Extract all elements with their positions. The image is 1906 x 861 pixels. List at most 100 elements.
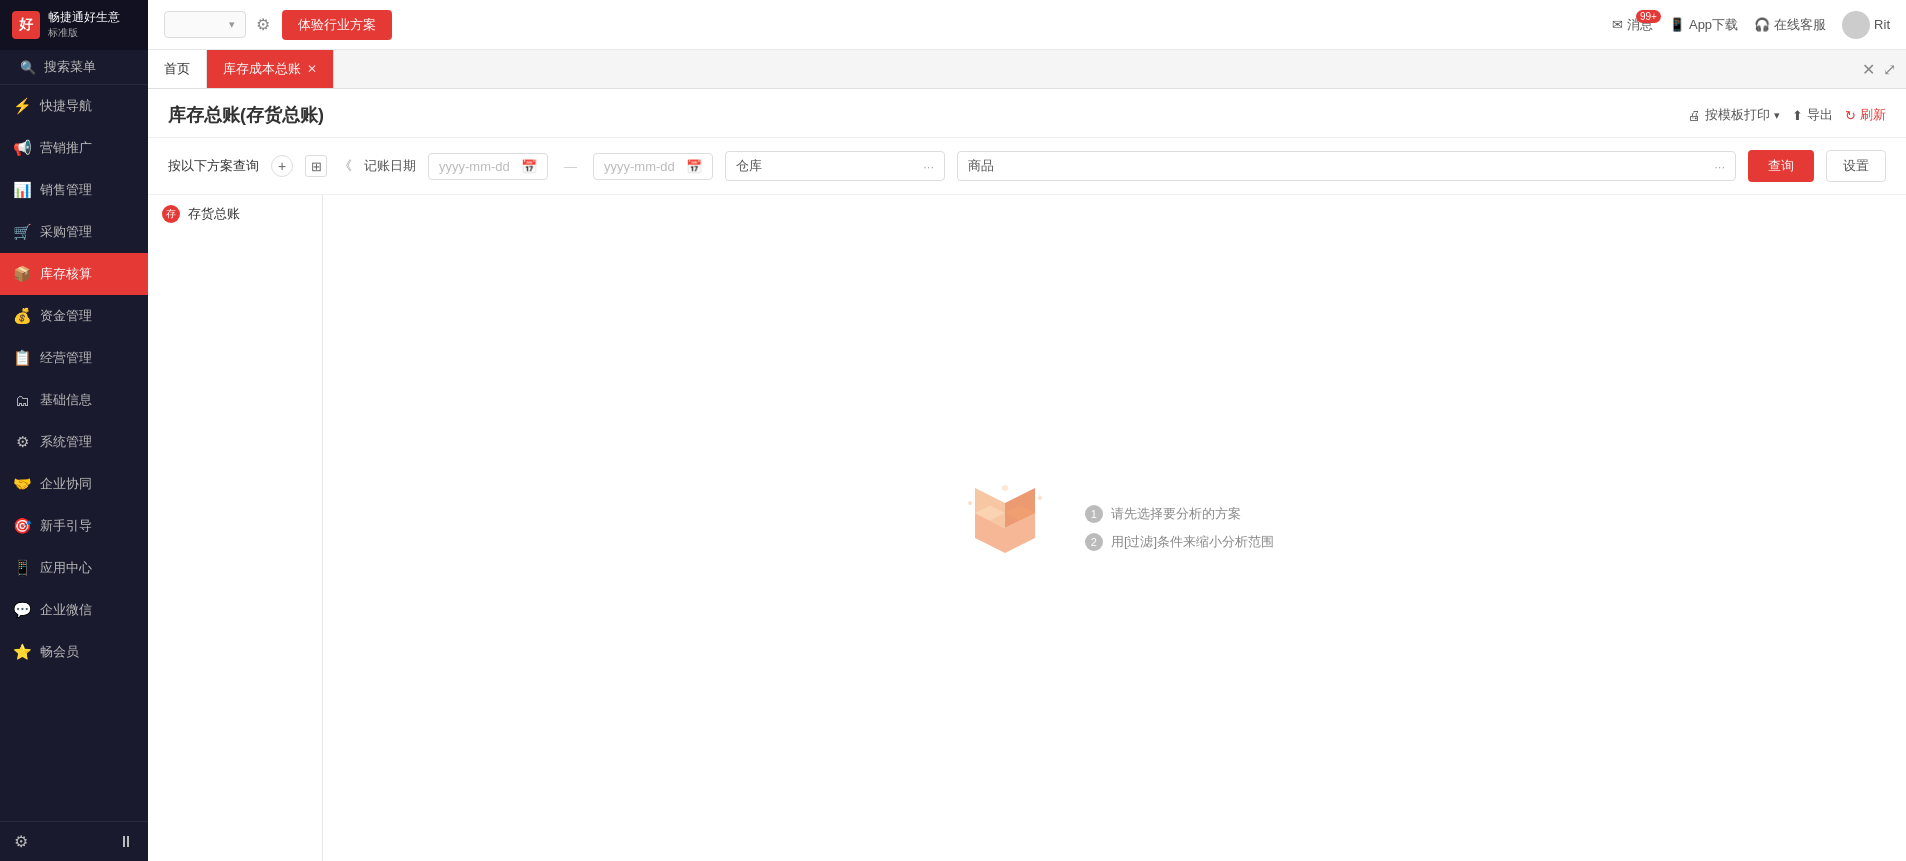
filter-date-start[interactable]: yyyy-mm-dd 📅 [428, 153, 548, 180]
sidebar-item-basic[interactable]: 🗂 基础信息 [0, 379, 148, 421]
search-menu-label: 搜索菜单 [44, 58, 96, 76]
sidebar-item-label: 资金管理 [40, 307, 92, 325]
topbar-dropdown[interactable]: ▾ [164, 11, 246, 38]
membership-icon: ⭐ [12, 642, 32, 662]
logo-name: 畅捷通好生意 [48, 10, 120, 26]
operation-icon: 📋 [12, 348, 32, 368]
export-icon: ⬆ [1792, 108, 1803, 123]
main-area: ▾ ⚙ 体验行业方案 ✉ 消息 99+ 📱 App下载 🎧 在线客服 Rit [148, 0, 1906, 861]
filter-bar: 按以下方案查询 + ⊞ 《 记账日期 yyyy-mm-dd 📅 — yyyy-m… [148, 138, 1906, 195]
finance-icon: 💰 [12, 306, 32, 326]
sidebar-item-label: 企业协同 [40, 475, 92, 493]
filter-collapse-icon[interactable]: 《 [339, 157, 352, 175]
refresh-icon: ↻ [1845, 108, 1856, 123]
filter-date-end[interactable]: yyyy-mm-dd 📅 [593, 153, 713, 180]
settings-footer-icon[interactable]: ⚙ [14, 832, 28, 851]
online-support-label: 在线客服 [1774, 16, 1826, 34]
export-button[interactable]: ⬆ 导出 [1792, 106, 1833, 124]
user-item[interactable]: Rit [1842, 11, 1890, 39]
tab-actions: ✕ ⤢ [334, 60, 1906, 79]
sidebar-item-label: 库存核算 [40, 265, 92, 283]
guide-icon: 🎯 [12, 516, 32, 536]
scheme-icon: 存 [162, 205, 180, 223]
sales-icon: 📊 [12, 180, 32, 200]
sidebar-item-wechat[interactable]: 💬 企业微信 [0, 589, 148, 631]
page-header: 库存总账(存货总账) 🖨 按模板打印 ▾ ⬆ 导出 ↻ 刷新 [148, 89, 1906, 138]
search-menu[interactable]: 🔍 搜索菜单 [0, 50, 148, 85]
sidebar: 好 畅捷通好生意 标准版 🔍 搜索菜单 ⚡ 快捷导航 📢 营销推广 📊 销售管理… [0, 0, 148, 861]
query-button[interactable]: 查询 [1748, 150, 1814, 182]
sidebar-item-membership[interactable]: ⭐ 畅会员 [0, 631, 148, 673]
quick-nav-icon: ⚡ [12, 96, 32, 116]
refresh-button[interactable]: ↻ 刷新 [1845, 106, 1886, 124]
filter-product[interactable]: 商品 ··· [957, 151, 1736, 181]
calendar-end-icon: 📅 [686, 159, 702, 174]
print-button[interactable]: 🖨 按模板打印 ▾ [1688, 106, 1780, 124]
sidebar-item-system[interactable]: ⚙ 系统管理 [0, 421, 148, 463]
headset-icon: 🎧 [1754, 17, 1770, 32]
filter-scheme-button[interactable]: ⊞ [305, 155, 327, 177]
app-download-label: App下载 [1689, 16, 1738, 34]
phone-icon: 📱 [1669, 17, 1685, 32]
system-icon: ⚙ [12, 432, 32, 452]
topbar-gear-icon[interactable]: ⚙ [256, 15, 270, 34]
scheme-panel: 存 存货总账 [148, 195, 323, 861]
messages-item[interactable]: ✉ 消息 99+ [1612, 16, 1653, 34]
logo-icon: 好 [12, 11, 40, 39]
calendar-start-icon: 📅 [521, 159, 537, 174]
sidebar-item-marketing[interactable]: 📢 营销推广 [0, 127, 148, 169]
cooperation-icon: 🤝 [12, 474, 32, 494]
empty-state: 1 请先选择要分析的方案 2 用[过滤]条件来缩小分析范围 [323, 195, 1906, 861]
tab-close-icon[interactable]: ✕ [307, 62, 317, 76]
scheme-item-label: 存货总账 [188, 205, 240, 223]
sidebar-item-label: 营销推广 [40, 139, 92, 157]
sidebar-item-guide[interactable]: 🎯 新手引导 [0, 505, 148, 547]
page-title: 库存总账(存货总账) [168, 103, 324, 127]
sidebar-item-label: 新手引导 [40, 517, 92, 535]
topbar: ▾ ⚙ 体验行业方案 ✉ 消息 99+ 📱 App下载 🎧 在线客服 Rit [148, 0, 1906, 50]
user-name: Rit [1874, 17, 1890, 32]
tab-home-label: 首页 [164, 60, 190, 78]
sidebar-footer: ⚙ ⏸ [0, 821, 148, 861]
online-support-item[interactable]: 🎧 在线客服 [1754, 16, 1826, 34]
settings-button[interactable]: 设置 [1826, 150, 1886, 182]
empty-step-1: 1 请先选择要分析的方案 [1085, 505, 1274, 523]
inventory-icon: 📦 [12, 264, 32, 284]
sidebar-item-quick-nav[interactable]: ⚡ 快捷导航 [0, 85, 148, 127]
sidebar-item-finance[interactable]: 💰 资金管理 [0, 295, 148, 337]
app-download-item[interactable]: 📱 App下载 [1669, 16, 1738, 34]
sidebar-item-cooperation[interactable]: 🤝 企业协同 [0, 463, 148, 505]
sidebar-item-label: 采购管理 [40, 223, 92, 241]
close-panel-icon[interactable]: ✕ [1862, 60, 1875, 79]
filter-warehouse[interactable]: 仓库 ··· [725, 151, 945, 181]
date-end-placeholder: yyyy-mm-dd [604, 159, 675, 174]
step-2-circle: 2 [1085, 533, 1103, 551]
audio-footer-icon[interactable]: ⏸ [118, 833, 134, 851]
svg-point-6 [1038, 496, 1042, 500]
sidebar-item-purchase[interactable]: 🛒 采购管理 [0, 211, 148, 253]
tab-home[interactable]: 首页 [148, 50, 207, 88]
sidebar-item-label: 经营管理 [40, 349, 92, 367]
export-label: 导出 [1807, 106, 1833, 124]
empty-content: 1 请先选择要分析的方案 2 用[过滤]条件来缩小分析范围 [955, 478, 1274, 578]
print-dropdown-icon: ▾ [1774, 109, 1780, 122]
tab-inventory-ledger[interactable]: 库存成本总账 ✕ [207, 50, 334, 88]
filter-add-button[interactable]: + [271, 155, 293, 177]
step-2-text: 用[过滤]条件来缩小分析范围 [1111, 533, 1274, 551]
expand-icon[interactable]: ⤢ [1883, 60, 1896, 79]
sidebar-item-app-center[interactable]: 📱 应用中心 [0, 547, 148, 589]
trial-button[interactable]: 体验行业方案 [282, 10, 392, 40]
content-area: 库存总账(存货总账) 🖨 按模板打印 ▾ ⬆ 导出 ↻ 刷新 按以下方案查询 [148, 89, 1906, 861]
sidebar-item-inventory[interactable]: 📦 库存核算 [0, 253, 148, 295]
product-label: 商品 [968, 157, 994, 175]
sidebar-item-operation[interactable]: 📋 经营管理 [0, 337, 148, 379]
messages-badge: 99+ [1636, 10, 1661, 23]
sidebar-item-sales[interactable]: 📊 销售管理 [0, 169, 148, 211]
message-icon: ✉ [1612, 17, 1623, 32]
sidebar-item-label: 销售管理 [40, 181, 92, 199]
scheme-item-inventory-ledger[interactable]: 存 存货总账 [148, 195, 322, 233]
sidebar-item-label: 应用中心 [40, 559, 92, 577]
tabbar: 首页 库存成本总账 ✕ ✕ ⤢ [148, 50, 1906, 89]
step-1-circle: 1 [1085, 505, 1103, 523]
search-icon: 🔍 [20, 60, 36, 75]
